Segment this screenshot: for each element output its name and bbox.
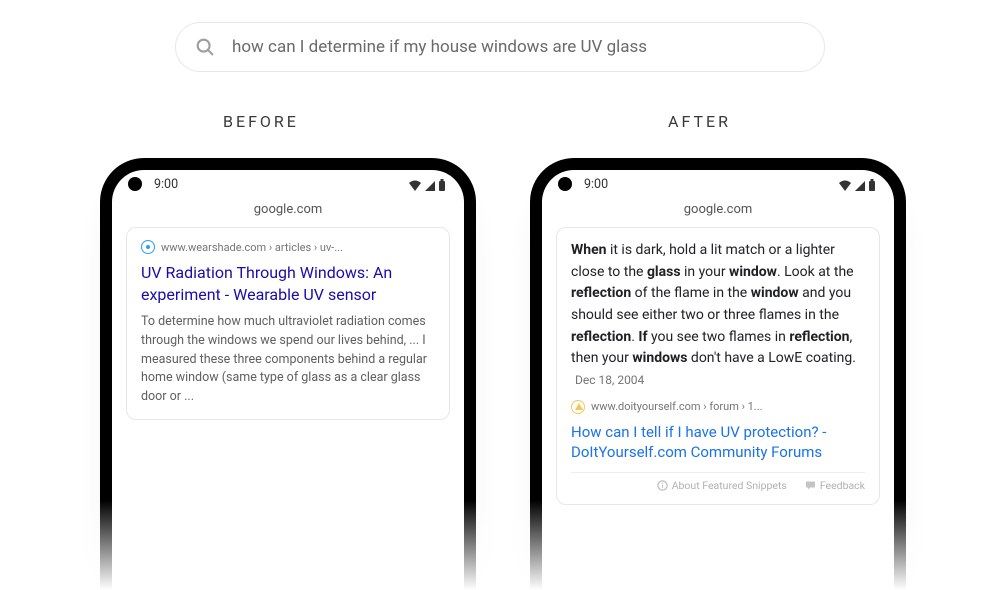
search-bar[interactable]: how can I determine if my house windows … xyxy=(175,22,825,72)
result-breadcrumb: www.wearshade.com › articles › uv-... xyxy=(141,240,435,254)
address-bar[interactable]: google.com xyxy=(542,198,894,227)
battery-icon xyxy=(438,177,446,196)
result-title[interactable]: How can I tell if I have UV protection? … xyxy=(571,422,865,463)
cell-signal-icon xyxy=(424,177,436,196)
search-result-card[interactable]: www.wearshade.com › articles › uv-... UV… xyxy=(126,227,450,420)
search-icon xyxy=(194,36,216,58)
address-bar[interactable]: google.com xyxy=(112,198,464,227)
after-label: AFTER xyxy=(668,112,731,131)
status-clock: 9:00 xyxy=(154,177,178,192)
result-snippet: To determine how much ultraviolet radiat… xyxy=(141,313,435,407)
front-camera-cutout xyxy=(558,177,572,191)
phone-before: 9:00 google.com xyxy=(100,158,476,590)
site-favicon-icon xyxy=(141,240,155,254)
cell-signal-icon xyxy=(854,177,866,196)
result-breadcrumb: www.doityourself.com › forum › 1... xyxy=(571,400,865,414)
status-bar: 9:00 xyxy=(112,170,464,198)
wifi-icon xyxy=(408,177,422,196)
site-favicon-icon xyxy=(571,400,585,414)
featured-snippet-text: When it is dark, hold a lit match or a l… xyxy=(571,240,865,392)
wifi-icon xyxy=(838,177,852,196)
info-icon xyxy=(657,480,668,491)
status-clock: 9:00 xyxy=(584,177,608,192)
phone-after: 9:00 google.com When it is dark, hold xyxy=(530,158,906,590)
featured-snippet-card[interactable]: When it is dark, hold a lit match or a l… xyxy=(556,227,880,505)
battery-icon xyxy=(868,177,876,196)
before-label: BEFORE xyxy=(223,112,299,131)
about-featured-snippets-link[interactable]: About Featured Snippets xyxy=(657,479,787,492)
front-camera-cutout xyxy=(128,177,142,191)
feedback-link[interactable]: Feedback xyxy=(805,479,865,492)
feedback-icon xyxy=(805,480,816,491)
search-query-text: how can I determine if my house windows … xyxy=(232,37,647,57)
status-bar: 9:00 xyxy=(542,170,894,198)
result-title[interactable]: UV Radiation Through Windows: An experim… xyxy=(141,262,435,305)
